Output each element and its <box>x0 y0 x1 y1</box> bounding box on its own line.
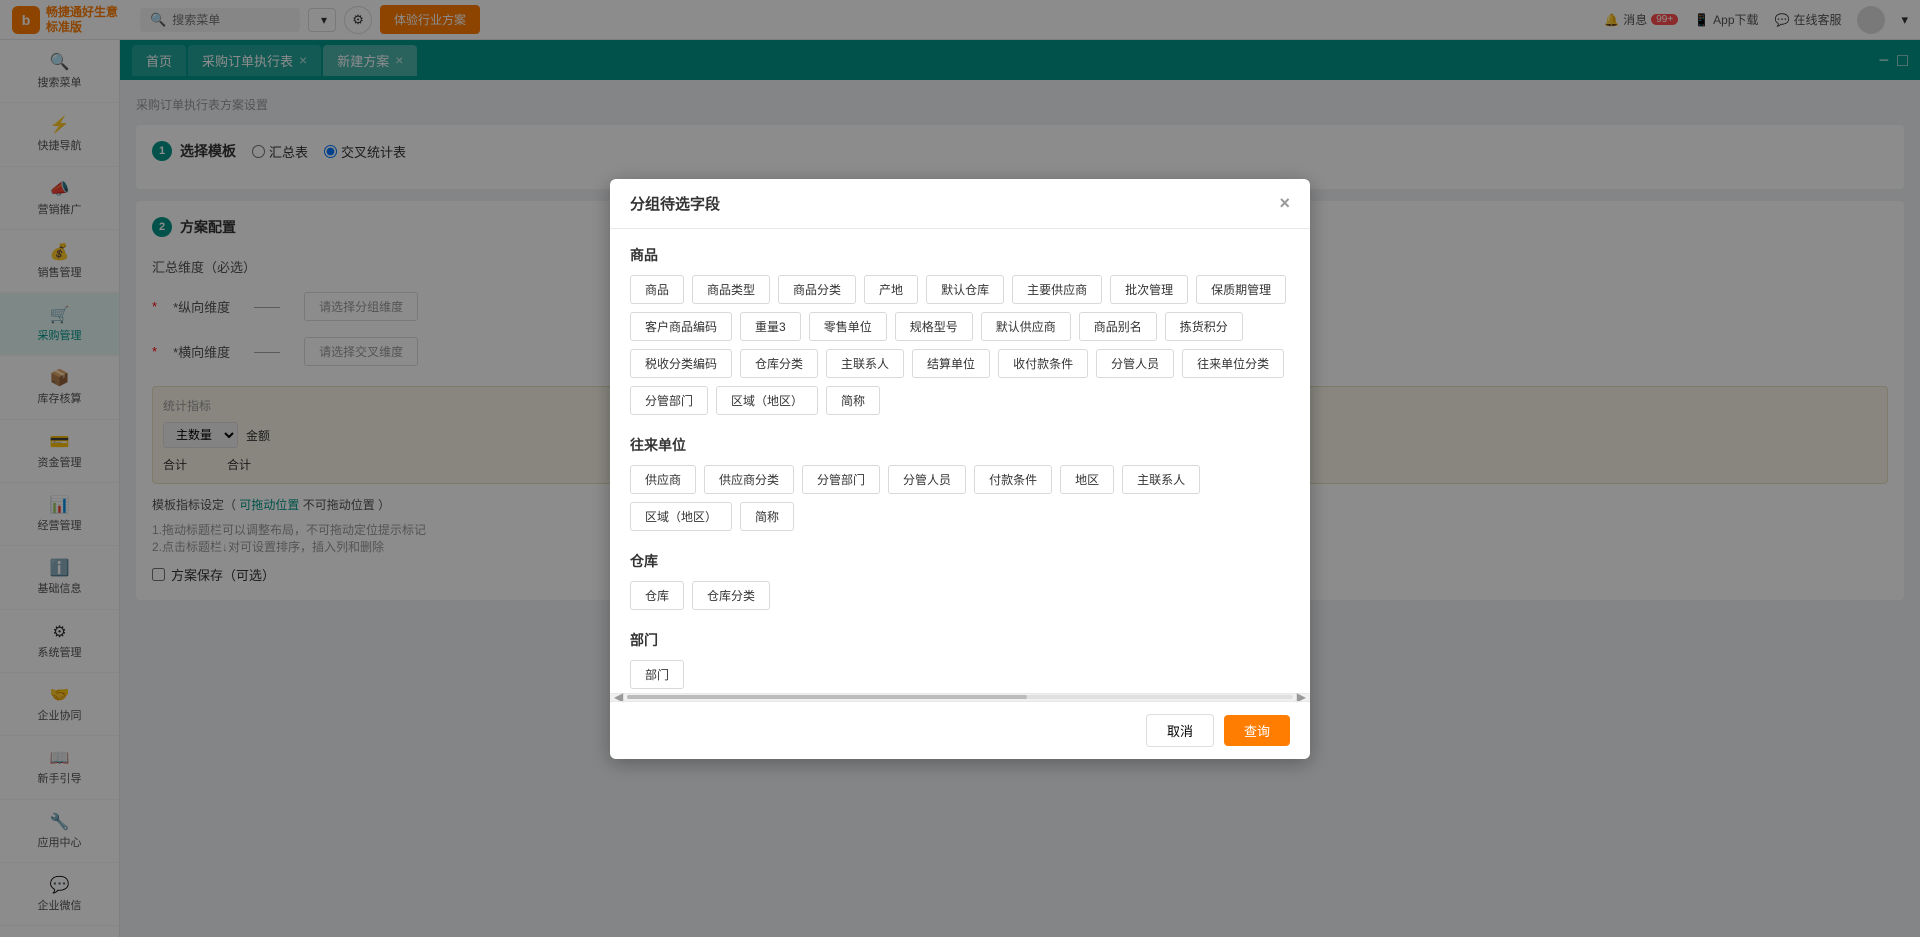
field-tag[interactable]: 商品分类 <box>778 275 856 304</box>
field-tags-partner: 供应商供应商分类分管部门分管人员付款条件地区主联系人区域（地区） 简称 <box>630 465 1290 531</box>
field-tags-warehouse: 仓库仓库分类 <box>630 581 1290 610</box>
modal-title: 分组待选字段 <box>630 193 720 214</box>
field-tag[interactable]: 主联系人 <box>826 349 904 378</box>
field-tag[interactable]: 往来单位分类 <box>1182 349 1284 378</box>
scrollbar-thumb[interactable] <box>627 695 1026 699</box>
group-title-product: 商品 <box>630 245 1290 265</box>
field-tag[interactable]: 结算单位 <box>912 349 990 378</box>
field-tag[interactable]: 商品类型 <box>692 275 770 304</box>
field-tag[interactable]: 收付款条件 <box>998 349 1088 378</box>
field-tag[interactable]: 默认仓库 <box>926 275 1004 304</box>
field-tag[interactable]: 规格型号 <box>895 312 973 341</box>
field-tag[interactable]: 区域（地区） <box>716 386 818 415</box>
field-tag[interactable]: 仓库分类 <box>740 349 818 378</box>
field-group-dept: 部门 部门 <box>630 630 1290 689</box>
field-tag[interactable]: 商品别名 <box>1079 312 1157 341</box>
field-tag[interactable]: 商品 <box>630 275 684 304</box>
modal-footer: 取消 查询 <box>610 701 1310 759</box>
field-tag[interactable]: 仓库分类 <box>692 581 770 610</box>
field-tag[interactable]: 部门 <box>630 660 684 689</box>
field-tag[interactable]: 零售单位 <box>809 312 887 341</box>
field-tag[interactable]: 主联系人 <box>1122 465 1200 494</box>
group-title-dept: 部门 <box>630 630 1290 650</box>
field-tag[interactable]: 付款条件 <box>974 465 1052 494</box>
field-select-modal: 分组待选字段 × 商品 商品商品类型商品分类产地默认仓库主要供应商批次管理保质期… <box>610 179 1310 759</box>
modal-scrollbar: ◀ ▶ <box>610 693 1310 701</box>
field-tag[interactable]: 分管人员 <box>1096 349 1174 378</box>
field-tag[interactable]: 客户商品编码 <box>630 312 732 341</box>
field-group-warehouse: 仓库 仓库仓库分类 <box>630 551 1290 610</box>
field-tag[interactable]: 简称 <box>826 386 880 415</box>
field-tag[interactable]: 产地 <box>864 275 918 304</box>
scrollbar-track <box>627 695 1293 699</box>
modal-confirm-button[interactable]: 查询 <box>1224 715 1290 746</box>
modal-body: 商品 商品商品类型商品分类产地默认仓库主要供应商批次管理保质期管理客户商品编码重… <box>610 229 1310 693</box>
field-tag[interactable]: 主要供应商 <box>1012 275 1102 304</box>
modal-header: 分组待选字段 × <box>610 179 1310 229</box>
field-tag[interactable]: 分管部门 <box>802 465 880 494</box>
modal-close-button[interactable]: × <box>1279 193 1290 214</box>
modal-overlay: 分组待选字段 × 商品 商品商品类型商品分类产地默认仓库主要供应商批次管理保质期… <box>0 0 1920 937</box>
field-tag[interactable]: 简称 <box>740 502 794 531</box>
field-tag[interactable]: 分管人员 <box>888 465 966 494</box>
field-tag[interactable]: 地区 <box>1060 465 1114 494</box>
field-group-product: 商品 商品商品类型商品分类产地默认仓库主要供应商批次管理保质期管理客户商品编码重… <box>630 245 1290 415</box>
field-tag[interactable]: 保质期管理 <box>1196 275 1286 304</box>
group-title-warehouse: 仓库 <box>630 551 1290 571</box>
field-tags-dept: 部门 <box>630 660 1290 689</box>
field-tag[interactable]: 供应商分类 <box>704 465 794 494</box>
field-group-partner: 往来单位 供应商供应商分类分管部门分管人员付款条件地区主联系人区域（地区） 简称 <box>630 435 1290 531</box>
field-tag[interactable]: 拣货积分 <box>1165 312 1243 341</box>
field-tag[interactable]: 重量3 <box>740 312 801 341</box>
group-title-partner: 往来单位 <box>630 435 1290 455</box>
field-tag[interactable]: 批次管理 <box>1110 275 1188 304</box>
field-tag[interactable]: 分管部门 <box>630 386 708 415</box>
field-tags-product: 商品商品类型商品分类产地默认仓库主要供应商批次管理保质期管理客户商品编码重量3 零… <box>630 275 1290 415</box>
field-tag[interactable]: 默认供应商 <box>981 312 1071 341</box>
field-tag[interactable]: 区域（地区） <box>630 502 732 531</box>
field-tag[interactable]: 税收分类编码 <box>630 349 732 378</box>
field-tag[interactable]: 供应商 <box>630 465 696 494</box>
field-tag[interactable]: 仓库 <box>630 581 684 610</box>
modal-cancel-button[interactable]: 取消 <box>1146 714 1214 747</box>
